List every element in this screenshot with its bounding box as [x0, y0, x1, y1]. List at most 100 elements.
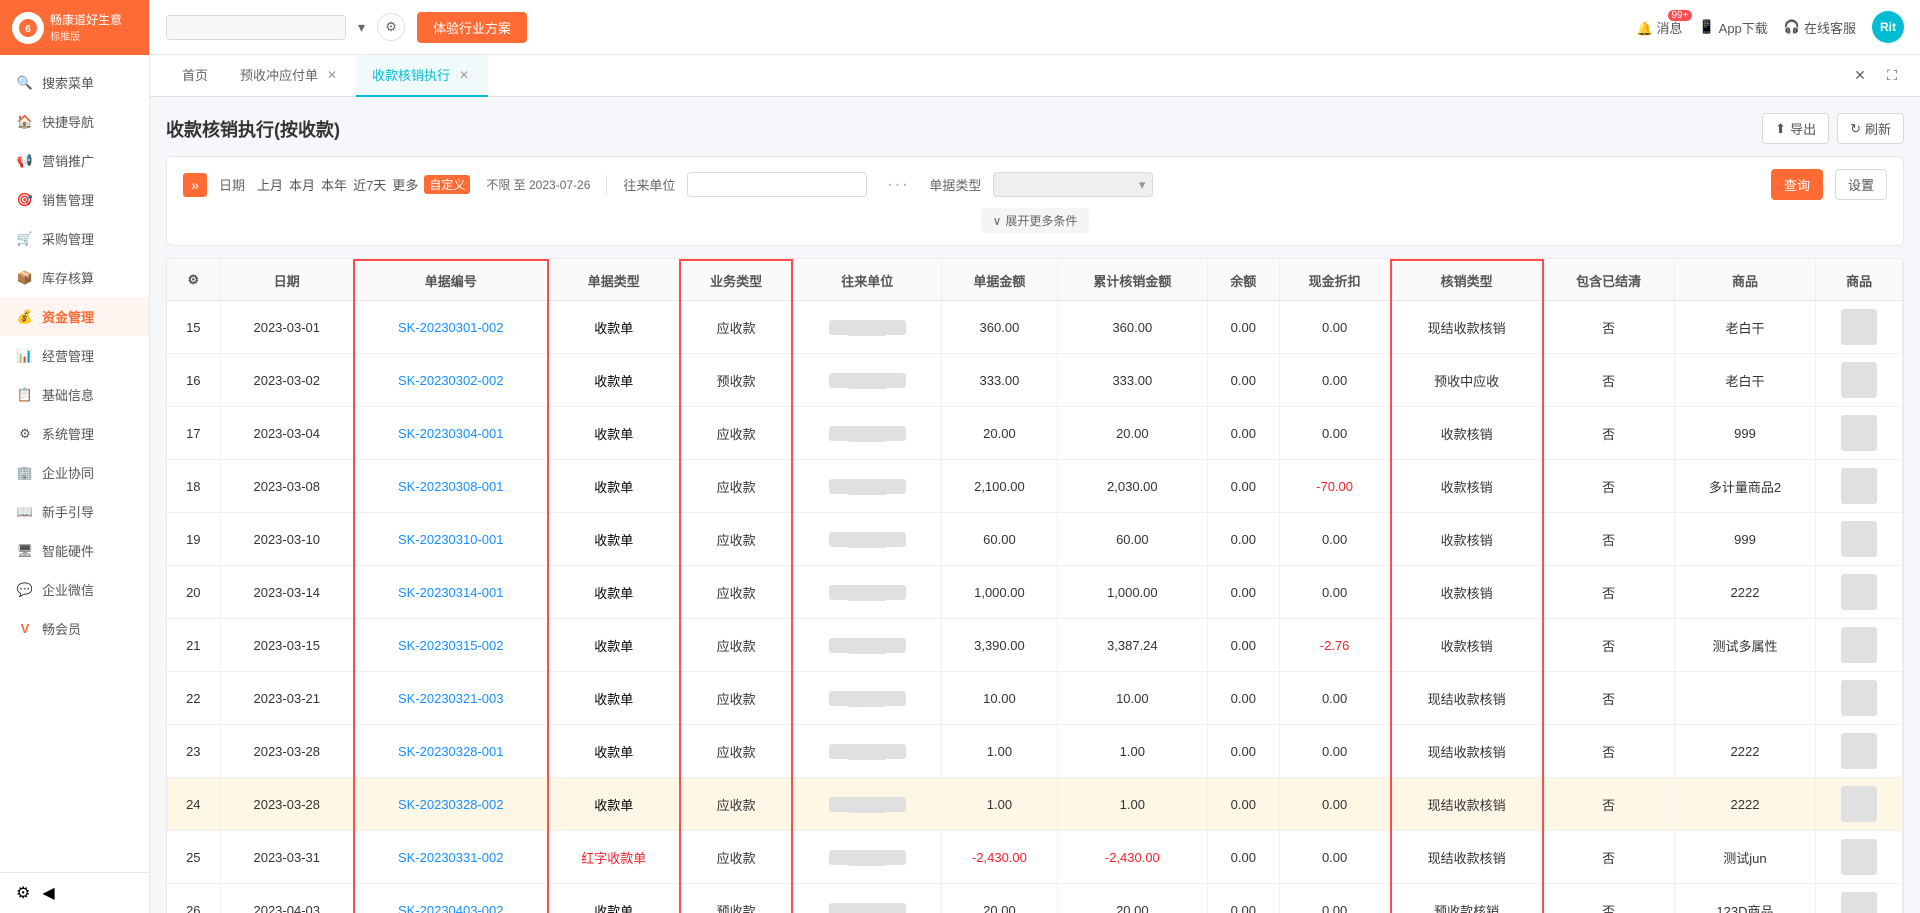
cell-verified: 1,000.00 [1057, 566, 1207, 619]
cell-goods2 [1816, 407, 1903, 460]
sidebar-item-guide[interactable]: 📖 新手引导 [0, 492, 149, 531]
sidebar-item-inventory[interactable]: 📦 库存核算 [0, 258, 149, 297]
sidebar-item-operations[interactable]: 📊 经营管理 [0, 336, 149, 375]
sidebar-item-purchase[interactable]: 🛒 采购管理 [0, 219, 149, 258]
cell-no: 24 [167, 778, 220, 831]
sidebar-item-system[interactable]: ⚙ 系统管理 [0, 414, 149, 453]
date-this-month[interactable]: 本月 [289, 175, 315, 194]
sidebar-item-label: 企业协同 [42, 463, 94, 482]
bill-no-link[interactable]: SK-20230301-002 [398, 320, 504, 335]
cell-partner: ████ [792, 619, 941, 672]
cell-included: 否 [1543, 301, 1674, 354]
page-content: 收款核销执行(按收款) ⬆ 导出 ↻ 刷新 » 日期 上月 本月 [150, 97, 1920, 913]
expand-more-btn[interactable]: ∨ 展开更多条件 [981, 208, 1090, 233]
cell-biz-type: 应收款 [680, 725, 792, 778]
collapse-icon[interactable]: ◀ [42, 883, 54, 903]
user-avatar[interactable]: Rit [1872, 11, 1904, 43]
sidebar-item-corp[interactable]: 🏢 企业协同 [0, 453, 149, 492]
message-label: 消息 [1656, 21, 1682, 36]
tab-collection-verify[interactable]: 收款核销执行 ✕ [356, 55, 488, 97]
bill-no-link[interactable]: SK-20230321-003 [398, 691, 504, 706]
tab-close-collection[interactable]: ✕ [456, 67, 472, 83]
gear-button[interactable]: ⚙ [377, 13, 405, 41]
cell-included: 否 [1543, 460, 1674, 513]
bill-no-link[interactable]: SK-20230314-001 [398, 585, 504, 600]
cell-no: 16 [167, 354, 220, 407]
more-filters-dots[interactable]: ··· [887, 176, 909, 194]
app-logo: 6 畅康道好生意 标推版 [0, 0, 149, 55]
date-range-text: 不限 至 2023-07-26 [486, 176, 590, 193]
dropdown-arrow[interactable]: ▾ [358, 19, 365, 36]
date-custom[interactable]: 自定义 [424, 175, 470, 194]
bill-no-link[interactable]: SK-20230328-001 [398, 744, 504, 759]
cell-bill-type: 收款单 [548, 884, 680, 913]
filter-bar: » 日期 上月 本月 本年 近7天 更多 自定义 不限 至 2023-07-26… [166, 156, 1904, 246]
date-this-year[interactable]: 本年 [321, 175, 347, 194]
bill-no-link[interactable]: SK-20230315-002 [398, 638, 504, 653]
bill-no-link[interactable]: SK-20230304-001 [398, 426, 504, 441]
cell-goods1: 测试多属性 [1674, 619, 1816, 672]
table-row: 23 2023-03-28 SK-20230328-001 收款单 应收款 ██… [167, 725, 1903, 778]
cell-goods2 [1816, 672, 1903, 725]
tab-label: 预收冲应付单 [240, 65, 318, 84]
message-button[interactable]: 🔔 消息 99+ [1637, 18, 1683, 37]
expand-tab-button[interactable]: ⛶ [1880, 64, 1904, 88]
cell-no: 23 [167, 725, 220, 778]
bill-no-link[interactable]: SK-20230328-002 [398, 797, 504, 812]
bill-type-select[interactable] [993, 172, 1153, 197]
bill-no-link[interactable]: SK-20230403-002 [398, 903, 504, 913]
sidebar-item-quick-nav[interactable]: 🏠 快捷导航 [0, 102, 149, 141]
cell-goods1: 999 [1674, 513, 1816, 566]
table-row: 24 2023-03-28 SK-20230328-002 收款单 应收款 ██… [167, 778, 1903, 831]
sidebar-item-marketing[interactable]: 📢 营销推广 [0, 141, 149, 180]
page-header: 收款核销执行(按收款) ⬆ 导出 ↻ 刷新 [166, 113, 1904, 144]
online-service-button[interactable]: 🎧 在线客服 [1784, 18, 1856, 37]
bill-no-link[interactable]: SK-20230310-001 [398, 532, 504, 547]
bill-no-link[interactable]: SK-20230302-002 [398, 373, 504, 388]
cell-date: 2023-03-28 [220, 725, 354, 778]
breadcrumb-input[interactable] [166, 15, 346, 40]
sidebar-item-hardware[interactable]: 🖥 智能硬件 [0, 531, 149, 570]
export-button[interactable]: ⬆ 导出 [1762, 113, 1829, 144]
tab-close-prepayment[interactable]: ✕ [324, 67, 340, 83]
basic-icon: 📋 [16, 386, 34, 404]
cell-goods1 [1674, 672, 1816, 725]
sidebar-item-wechat[interactable]: 💬 企业微信 [0, 570, 149, 609]
cell-bill-type: 收款单 [548, 566, 680, 619]
date-more[interactable]: 更多 [392, 175, 418, 194]
cell-date: 2023-03-14 [220, 566, 354, 619]
close-tab-button[interactable]: ✕ [1848, 64, 1872, 88]
sidebar-item-finance[interactable]: 💰 资金管理 [0, 297, 149, 336]
tab-prepayment[interactable]: 预收冲应付单 ✕ [224, 55, 356, 97]
tab-home[interactable]: 首页 [166, 55, 224, 97]
sidebar: 6 畅康道好生意 标推版 🔍 搜索菜单 🏠 快捷导航 📢 营销推广 🎯 销售管理… [0, 0, 150, 913]
counterpart-input[interactable] [687, 172, 867, 197]
filter-toggle-btn[interactable]: » [183, 173, 207, 197]
col-bill-no: 单据编号 [354, 260, 548, 301]
cell-verify-type: 预收中应收 [1391, 354, 1543, 407]
date-7days[interactable]: 近7天 [353, 175, 386, 194]
table-row: 22 2023-03-21 SK-20230321-003 收款单 应收款 ██… [167, 672, 1903, 725]
cell-discount: 0.00 [1279, 831, 1391, 884]
cell-bill-no: SK-20230315-002 [354, 619, 548, 672]
sidebar-item-label: 销售管理 [42, 190, 94, 209]
app-download-button[interactable]: 📱 App下载 [1698, 18, 1767, 37]
refresh-button[interactable]: ↻ 刷新 [1837, 113, 1904, 144]
sidebar-item-basic[interactable]: 📋 基础信息 [0, 375, 149, 414]
date-last-month[interactable]: 上月 [257, 175, 283, 194]
sidebar-item-search[interactable]: 🔍 搜索菜单 [0, 63, 149, 102]
query-button[interactable]: 查询 [1771, 169, 1823, 200]
settings-icon[interactable]: ⚙ [16, 883, 30, 903]
cell-biz-type: 应收款 [680, 460, 792, 513]
operations-icon: 📊 [16, 347, 34, 365]
bill-no-link[interactable]: SK-20230308-001 [398, 479, 504, 494]
cell-biz-type: 应收款 [680, 566, 792, 619]
bill-no-link[interactable]: SK-20230331-002 [398, 850, 504, 865]
cell-included: 否 [1543, 619, 1674, 672]
col-setting[interactable]: ⚙ [167, 260, 220, 301]
solution-button[interactable]: 体验行业方案 [417, 12, 527, 43]
cell-date: 2023-03-21 [220, 672, 354, 725]
sidebar-item-sales[interactable]: 🎯 销售管理 [0, 180, 149, 219]
settings-button[interactable]: 设置 [1835, 169, 1887, 200]
sidebar-item-member[interactable]: V 畅会员 [0, 609, 149, 648]
